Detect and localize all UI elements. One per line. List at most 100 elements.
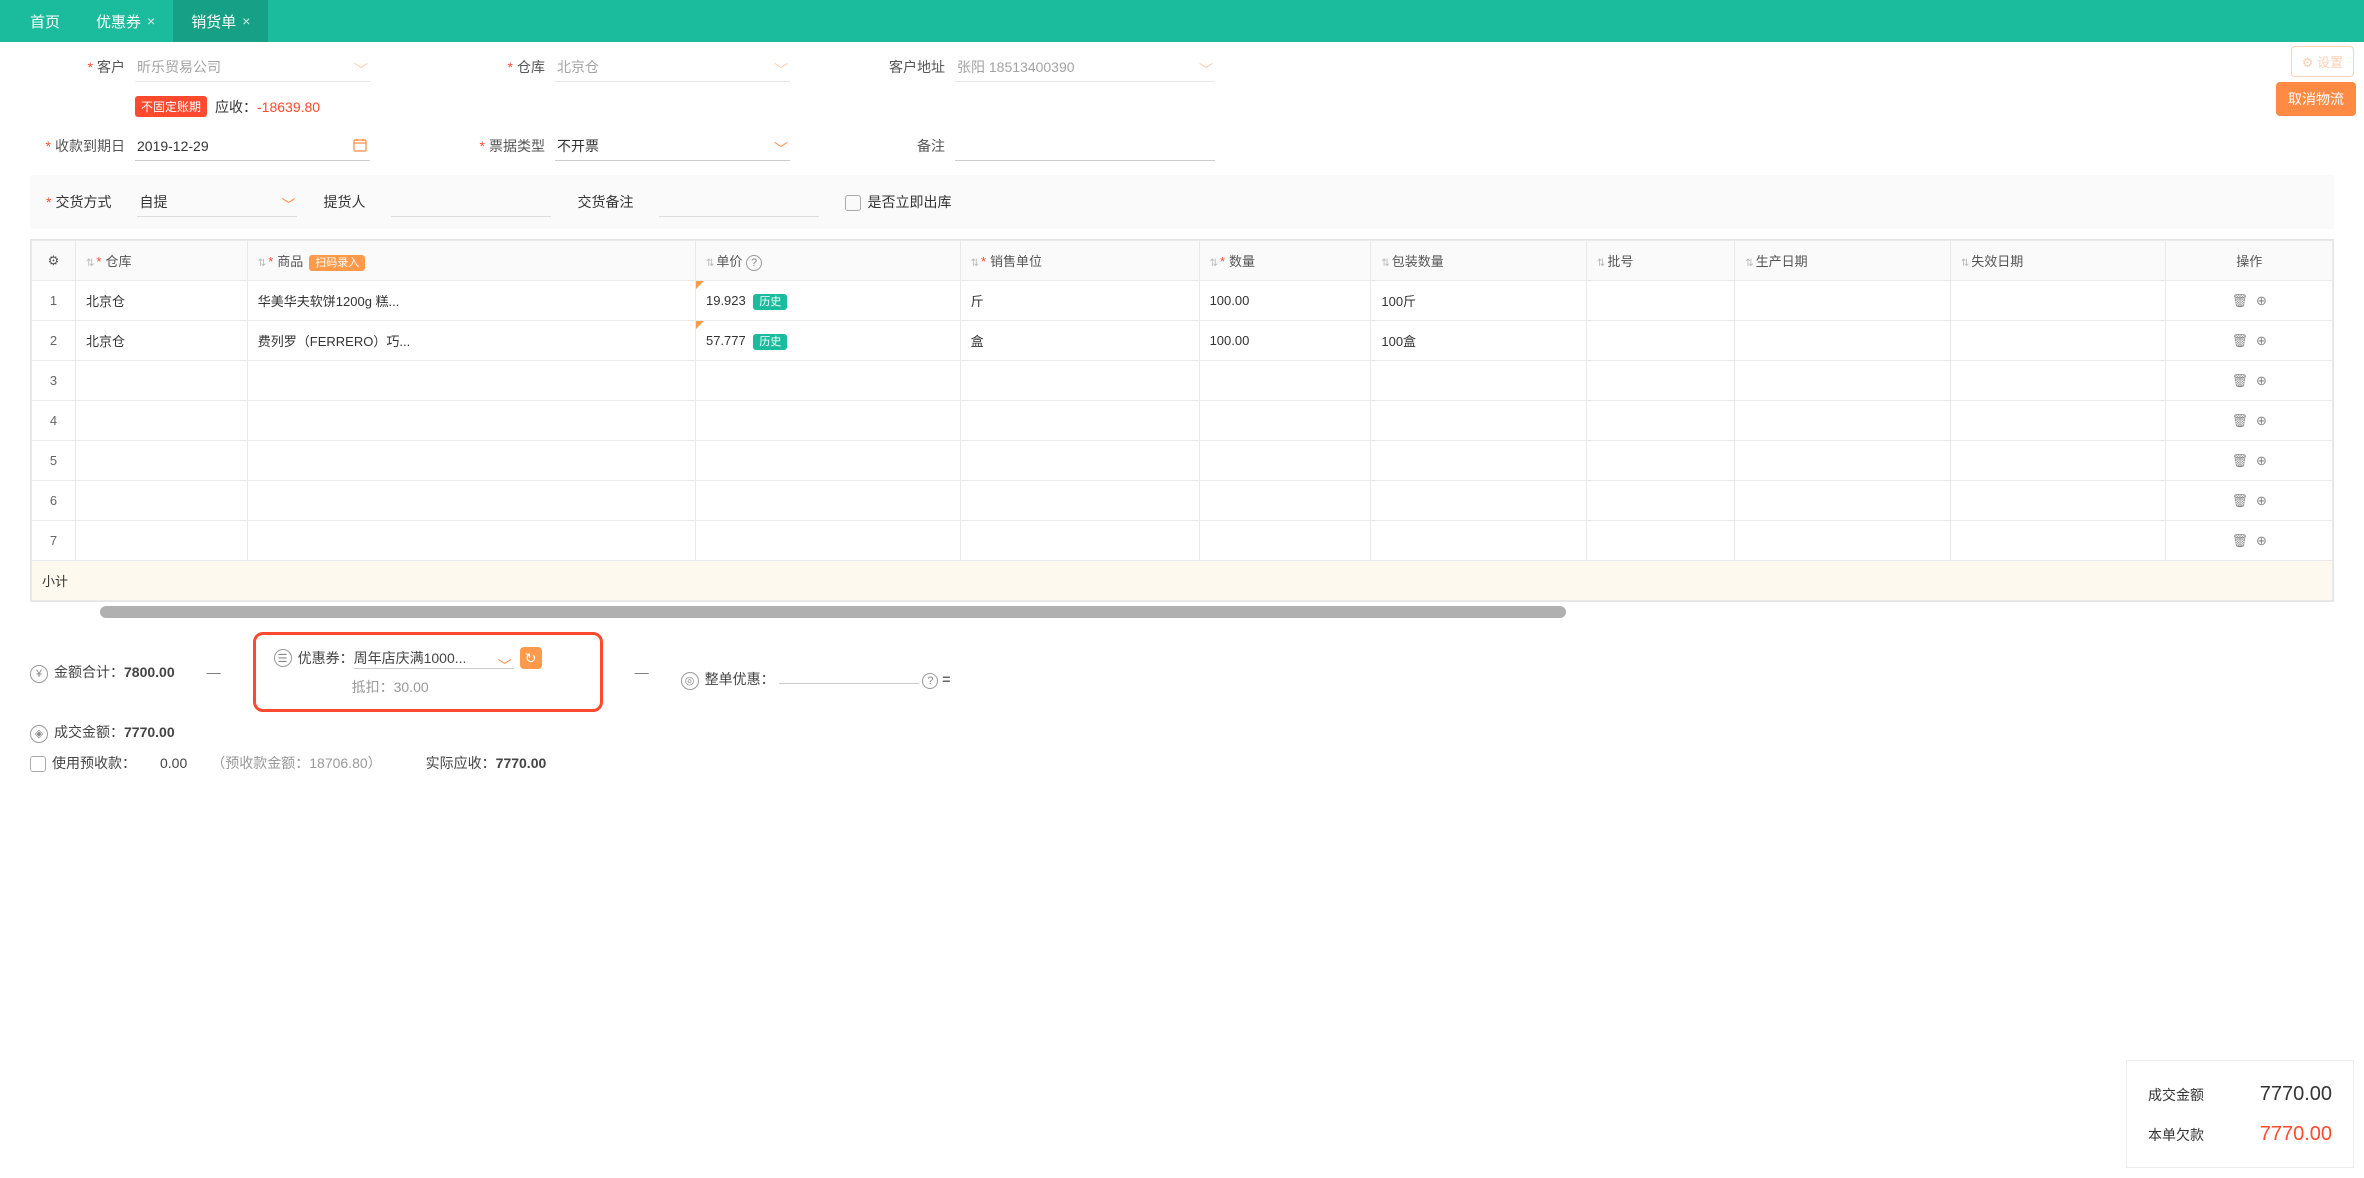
deal-label: 成交金额： [54,724,124,740]
col-pkg[interactable]: ⇅包装数量 [1371,241,1587,281]
add-icon[interactable]: ⊕ [2256,533,2267,548]
cancel-logistics-button[interactable]: 取消物流 [2276,82,2356,116]
col-price[interactable]: ⇅单价 ? [695,241,960,281]
picker-label: 提货人 [323,192,365,212]
col-mfg[interactable]: ⇅生产日期 [1735,241,1951,281]
actual-label: 实际应收： [426,755,496,771]
totals-deal-label: 成交金额 [2148,1087,2204,1103]
table-row[interactable]: 7🗑⊕ [32,521,2333,561]
chevron-down-icon: ﹀ [354,60,368,80]
table-row[interactable]: 4🗑⊕ [32,401,2333,441]
order-discount-label: 整单优惠： [705,671,775,687]
remark-label: 备注 [850,136,955,156]
delete-icon[interactable]: 🗑 [2231,373,2248,388]
table-row[interactable]: 2北京仓费列罗（FERRERO）巧...57.777 历史盒100.00100盒… [32,321,2333,361]
tab-coupon[interactable]: 优惠券× [78,0,173,42]
coupon-select[interactable]: 周年店庆满1000...﹀ [354,648,514,669]
settings-column[interactable]: ⚙ [32,241,76,281]
header-tabs: 首页 优惠券× 销货单× [0,0,2364,42]
delete-icon[interactable]: 🗑 [2231,413,2248,428]
due-date-label: 收款到期日 [30,136,135,156]
deliver-mode-input[interactable]: 自提﹀ [137,187,297,217]
deliver-bar: 交货方式 自提﹀ 提货人 交货备注 是否立即出库 [30,175,2334,229]
deal-value: 7770.00 [124,724,175,740]
col-qty[interactable]: ⇅数量 [1199,241,1371,281]
chevron-down-icon: ﹀ [498,656,512,676]
currency-icon: ¥ [30,665,48,683]
coupon-highlight-box: ☰ 优惠券： 周年店庆满1000...﹀ ↻ 抵扣：30.00 [253,632,603,712]
col-op: 操作 [2166,241,2333,281]
col-product[interactable]: ⇅商品扫码录入 [247,241,695,281]
total-value: 7800.00 [124,664,175,680]
deliver-mode-label: 交货方式 [46,192,111,212]
warehouse-label: 仓库 [450,57,555,77]
prepaid-balance: （预收款金额：18706.80） [211,753,381,773]
delete-icon[interactable]: 🗑 [2231,293,2248,308]
refresh-icon[interactable]: ↻ [520,647,542,669]
totals-box: 成交金额 7770.00 本单欠款 7770.00 [2126,1060,2354,1168]
remark-input[interactable] [955,131,1215,161]
close-icon[interactable]: × [242,13,250,29]
calendar-icon [352,137,368,153]
add-icon[interactable]: ⊕ [2256,293,2267,308]
col-unit[interactable]: ⇅销售单位 [960,241,1199,281]
add-icon[interactable]: ⊕ [2256,493,2267,508]
products-table: ⚙ ⇅仓库 ⇅商品扫码录入 ⇅单价 ? ⇅销售单位 ⇅数量 ⇅包装数量 ⇅批号 … [31,240,2333,601]
deduct-text: 抵扣：30.00 [352,677,582,697]
chevron-down-icon: ﹀ [281,195,295,215]
coupon-label: 优惠券： [298,648,354,668]
totals-debt-value: 7770.00 [2222,1114,2332,1154]
actual-value: 7770.00 [496,755,547,771]
prepaid-value: 0.00 [160,755,187,771]
add-icon[interactable]: ⊕ [2256,333,2267,348]
chevron-down-icon: ﹀ [774,60,788,80]
addr-label: 客户地址 [850,57,955,77]
picker-input[interactable] [391,187,551,217]
period-badge: 不固定账期 [135,96,207,117]
table-row[interactable]: 3🗑⊕ [32,361,2333,401]
close-icon[interactable]: × [147,13,155,29]
deal-icon: ◈ [30,725,48,743]
customer-label: 客户 [30,57,135,77]
table-row[interactable]: 1北京仓华美华夫软饼1200g 糕...19.923 历史斤100.00100斤… [32,281,2333,321]
settings-button[interactable]: ⚙ 设置 [2291,46,2354,77]
col-warehouse[interactable]: ⇅仓库 [76,241,248,281]
table-row[interactable]: 5🗑⊕ [32,441,2333,481]
delete-icon[interactable]: 🗑 [2231,453,2248,468]
immediate-checkbox[interactable]: 是否立即出库 [845,192,951,212]
help-icon[interactable]: ? [746,255,762,271]
delete-icon[interactable]: 🗑 [2231,493,2248,508]
tab-sales[interactable]: 销货单× [173,0,268,42]
chevron-down-icon: ﹀ [774,139,788,159]
add-icon[interactable]: ⊕ [2256,373,2267,388]
order-discount-input[interactable] [779,654,919,684]
totals-deal-value: 7770.00 [2222,1074,2332,1114]
add-icon[interactable]: ⊕ [2256,453,2267,468]
totals-debt-label: 本单欠款 [2148,1127,2204,1143]
discount-icon: ◎ [681,672,699,690]
help-icon[interactable]: ? [922,673,938,689]
table-row[interactable]: 6🗑⊕ [32,481,2333,521]
scan-button[interactable]: 扫码录入 [309,255,365,271]
addr-input[interactable]: 张阳 18513400390﹀ [955,52,1215,82]
coupon-icon: ☰ [274,649,292,667]
receivable-text: 应收：-18639.80 [215,97,320,117]
use-prepaid-checkbox[interactable]: 使用预收款： [30,753,136,773]
col-batch[interactable]: ⇅批号 [1586,241,1734,281]
deliver-remark-label: 交货备注 [577,192,633,212]
horizontal-scrollbar[interactable] [100,606,1566,618]
total-label: 金额合计： [54,664,124,680]
customer-input[interactable]: 昕乐贸易公司﹀ [135,52,370,82]
delete-icon[interactable]: 🗑 [2231,333,2248,348]
bill-type-label: 票据类型 [450,136,555,156]
bill-type-input[interactable]: 不开票﹀ [555,131,790,161]
tab-home[interactable]: 首页 [12,0,78,42]
deliver-remark-input[interactable] [659,187,819,217]
add-icon[interactable]: ⊕ [2256,413,2267,428]
delete-icon[interactable]: 🗑 [2231,533,2248,548]
subtotal-row: 小计 [32,561,2333,601]
chevron-down-icon: ﹀ [1199,60,1213,80]
col-exp[interactable]: ⇅失效日期 [1950,241,2166,281]
due-date-input[interactable]: 2019-12-29 [135,131,370,161]
warehouse-input[interactable]: 北京仓﹀ [555,52,790,82]
